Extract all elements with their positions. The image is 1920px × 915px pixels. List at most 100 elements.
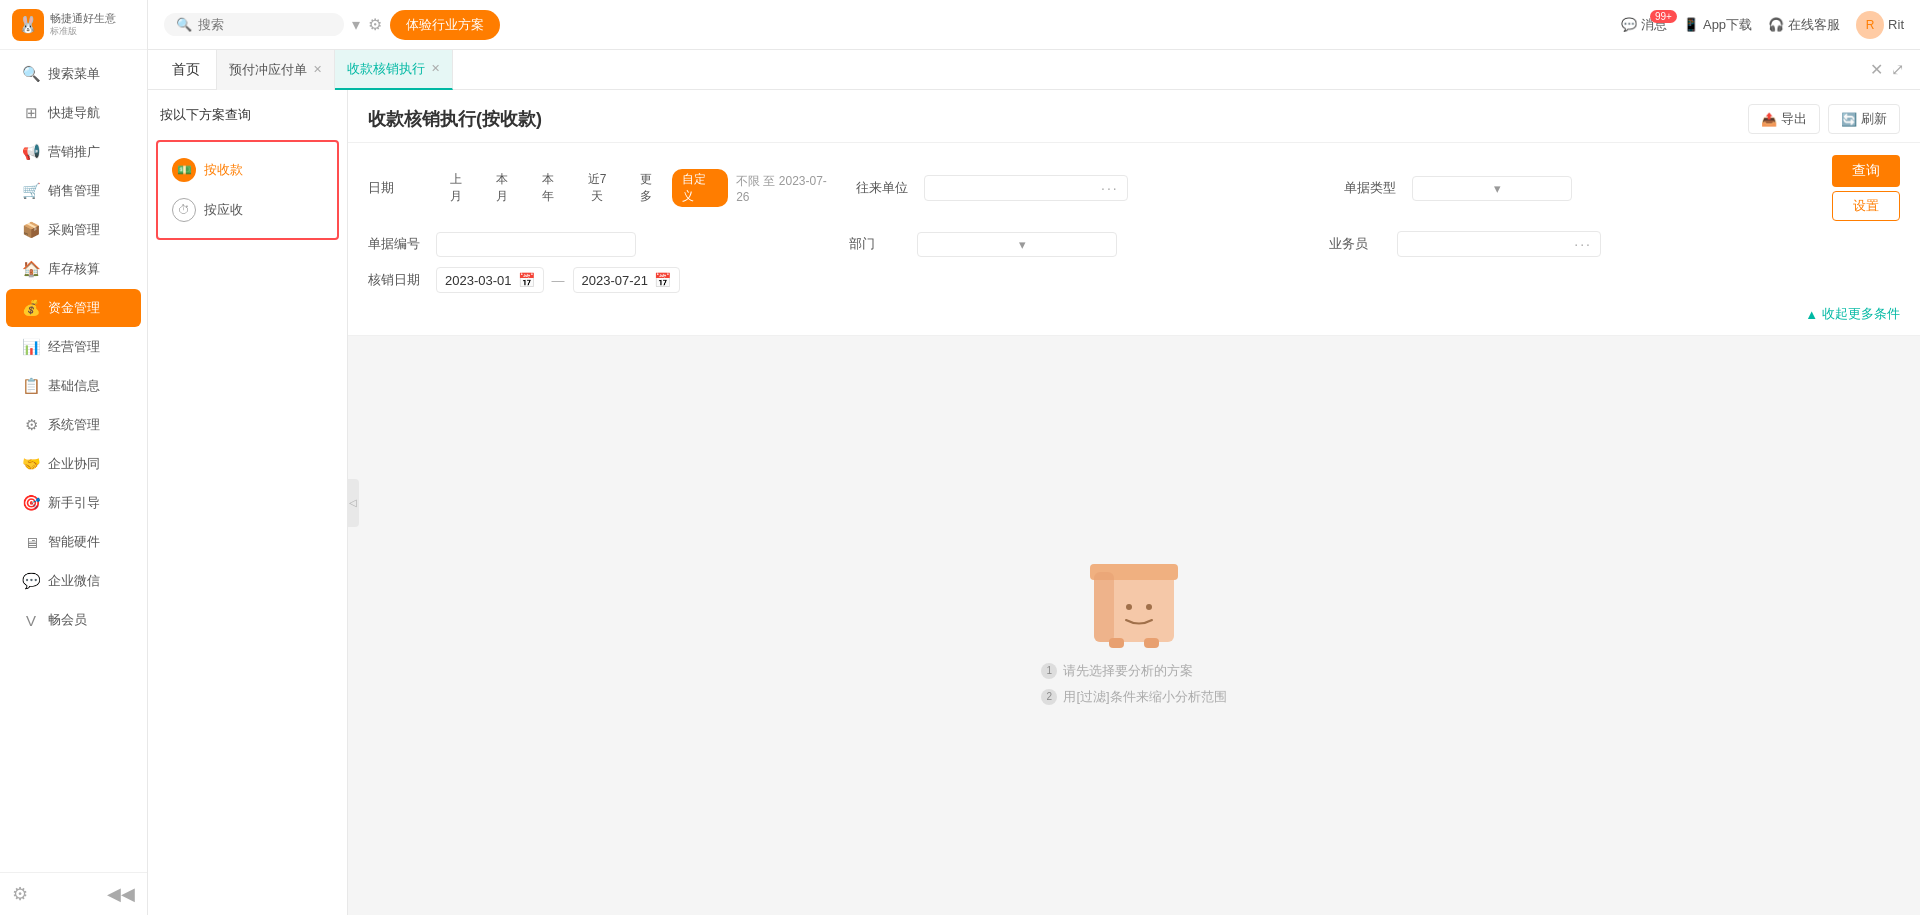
- left-panel: 按以下方案查询 💵 按收款 ⏱ 按应收 ◁: [148, 90, 348, 915]
- verify-date-start-input[interactable]: 2023-03-01 📅: [436, 267, 544, 293]
- sidebar-item-3[interactable]: 🛒 销售管理: [6, 172, 141, 210]
- counterparty-dots-btn[interactable]: ···: [1101, 180, 1119, 196]
- tab-home[interactable]: 首页: [156, 50, 217, 90]
- empty-illustration: [1074, 542, 1194, 642]
- sidebar-item-7[interactable]: 📊经营管理: [6, 328, 141, 366]
- nav-icon-11: 🎯: [22, 494, 40, 512]
- page-header-actions: 📤 导出 🔄 刷新: [1748, 104, 1900, 134]
- counterparty-input[interactable]: [933, 181, 1101, 196]
- topbar-gear-icon[interactable]: ⚙: [368, 15, 382, 34]
- nav-icon-3: 🛒: [22, 182, 40, 200]
- nav-icon-10: 🤝: [22, 455, 40, 473]
- app-download-button[interactable]: 📱 App下载: [1683, 16, 1752, 34]
- svg-point-3: [1126, 604, 1132, 610]
- logo-sub: 标准版: [50, 25, 116, 38]
- user-menu[interactable]: R Rit: [1856, 11, 1904, 39]
- right-content: 收款核销执行(按收款) 📤 导出 🔄 刷新 日期: [348, 90, 1920, 915]
- filter-by-receivable[interactable]: ⏱ 按应收: [166, 190, 329, 230]
- collapse-conditions-label: 收起更多条件: [1822, 305, 1900, 323]
- nav-icon-5: 🏠: [22, 260, 40, 278]
- setting-button[interactable]: 设置: [1832, 191, 1900, 221]
- date-dash: —: [552, 273, 565, 288]
- solution-button[interactable]: 体验行业方案: [390, 10, 500, 40]
- verify-date-end-input[interactable]: 2023-07-21 📅: [573, 267, 681, 293]
- message-button[interactable]: 💬 消息 99+: [1621, 16, 1667, 34]
- sidebar-footer: ⚙ ◀◀: [0, 872, 147, 915]
- topbar-search-input[interactable]: [198, 17, 328, 32]
- tab-prepay-close[interactable]: ✕: [313, 63, 322, 76]
- tab-prepay[interactable]: 预付冲应付单 ✕: [217, 50, 335, 90]
- sidebar-item-14[interactable]: V畅会员: [6, 601, 141, 639]
- search-row-2: 单据编号 部门 ▾ 业务员: [368, 231, 1900, 257]
- refresh-button[interactable]: 🔄 刷新: [1828, 104, 1900, 134]
- search-row-1: 日期 上月 本月 本年 近7天 更多 自定义 不限 至 2023-07-26 往…: [368, 155, 1900, 221]
- topbar-dropdown-icon[interactable]: ▾: [352, 15, 360, 34]
- sidebar-item-12[interactable]: 🖥智能硬件: [6, 523, 141, 561]
- verify-date-label: 核销日期: [368, 271, 428, 289]
- bill-no-input[interactable]: [445, 237, 627, 252]
- query-button[interactable]: 查询: [1832, 155, 1900, 187]
- bill-type-dropdown[interactable]: ▾: [1412, 176, 1572, 201]
- bill-no-label: 单据编号: [368, 235, 428, 253]
- nav-icon-4: 📦: [22, 221, 40, 239]
- nav-icon-0: 🔍: [22, 65, 40, 83]
- collection-icon: 💵: [172, 158, 196, 182]
- sidebar-item-1[interactable]: ⊞快捷导航: [6, 94, 141, 132]
- page-header: 收款核销执行(按收款) 📤 导出 🔄 刷新: [348, 90, 1920, 143]
- date-opt-more[interactable]: 更多: [626, 169, 666, 207]
- sidebar-item-13[interactable]: 💬企业微信: [6, 562, 141, 600]
- sidebar-item-2[interactable]: 📢营销推广: [6, 133, 141, 171]
- filter-collection-label: 按收款: [204, 161, 243, 179]
- export-button[interactable]: 📤 导出: [1748, 104, 1820, 134]
- sidebar-item-10[interactable]: 🤝 企业协同: [6, 445, 141, 483]
- date-opt-last-month[interactable]: 上月: [436, 169, 476, 207]
- online-service-button[interactable]: 🎧 在线客服: [1768, 16, 1840, 34]
- hint-text-2: 用[过滤]条件来缩小分析范围: [1063, 684, 1226, 710]
- date-options: 上月 本月 本年 近7天 更多 自定义: [436, 169, 728, 207]
- svg-point-4: [1146, 604, 1152, 610]
- tab-collection-close[interactable]: ✕: [431, 62, 440, 75]
- nav-label-0: 搜索菜单: [48, 65, 100, 83]
- nav-icon-7: 📊: [22, 338, 40, 356]
- sidebar-item-4[interactable]: 📦采购管理: [6, 211, 141, 249]
- nav-label-5: 库存核算: [48, 260, 100, 278]
- sidebar-item-0[interactable]: 🔍 搜索菜单: [6, 55, 141, 93]
- collapse-left-panel-btn[interactable]: ◁: [347, 479, 359, 527]
- nav-icon-13: 💬: [22, 572, 40, 590]
- search-area[interactable]: 🔍: [164, 13, 344, 36]
- content-area: 按以下方案查询 💵 按收款 ⏱ 按应收 ◁ 收款核销执行(按收款): [148, 90, 1920, 915]
- close-tab-icon[interactable]: ✕: [1870, 60, 1883, 79]
- dept-arrow: ▾: [1019, 237, 1108, 252]
- collapse-sidebar-icon[interactable]: ◀◀: [107, 883, 135, 905]
- date-opt-this-year[interactable]: 本年: [528, 169, 568, 207]
- nav-label-3: 销售管理: [48, 182, 100, 200]
- date-opt-7days[interactable]: 近7天: [574, 169, 621, 207]
- date-label: 日期: [368, 179, 428, 197]
- hint-num-1: 1: [1041, 663, 1057, 679]
- nav-icon-12: 🖥: [22, 534, 40, 551]
- sidebar-item-6[interactable]: 💰资金管理: [6, 289, 141, 327]
- filter-by-collection[interactable]: 💵 按收款: [166, 150, 329, 190]
- staff-dots-btn[interactable]: ···: [1574, 236, 1592, 252]
- nav-icon-8: 📋: [22, 377, 40, 395]
- tab-collection[interactable]: 收款核销执行 ✕: [335, 50, 453, 90]
- sidebar-item-8[interactable]: 📋基础信息: [6, 367, 141, 405]
- expand-tab-icon[interactable]: ⤢: [1891, 60, 1904, 79]
- message-badge: 99+: [1650, 10, 1677, 23]
- dept-dropdown[interactable]: ▾: [917, 232, 1117, 257]
- topbar-left: 🔍 ▾ ⚙ 体验行业方案: [164, 10, 1609, 40]
- date-opt-custom[interactable]: 自定义: [672, 169, 728, 207]
- sidebar-item-5[interactable]: 🏠 库存核算: [6, 250, 141, 288]
- collapse-conditions-btn[interactable]: ▲ 收起更多条件: [1805, 305, 1900, 323]
- tab-actions: ✕ ⤢: [1870, 60, 1912, 79]
- date-opt-this-month[interactable]: 本月: [482, 169, 522, 207]
- sidebar-logo: 🐰 畅捷通好生意 标准版: [0, 0, 147, 50]
- service-label: 在线客服: [1788, 16, 1840, 34]
- settings-icon[interactable]: ⚙: [12, 883, 28, 905]
- bill-type-arrow: ▾: [1494, 181, 1563, 196]
- sidebar-item-11[interactable]: 🎯新手引导: [6, 484, 141, 522]
- nav-label-10: 企业协同: [48, 455, 100, 473]
- sidebar-item-9[interactable]: ⚙系统管理: [6, 406, 141, 444]
- logo-text: 畅捷通好生意: [50, 11, 116, 25]
- staff-input[interactable]: [1406, 237, 1574, 252]
